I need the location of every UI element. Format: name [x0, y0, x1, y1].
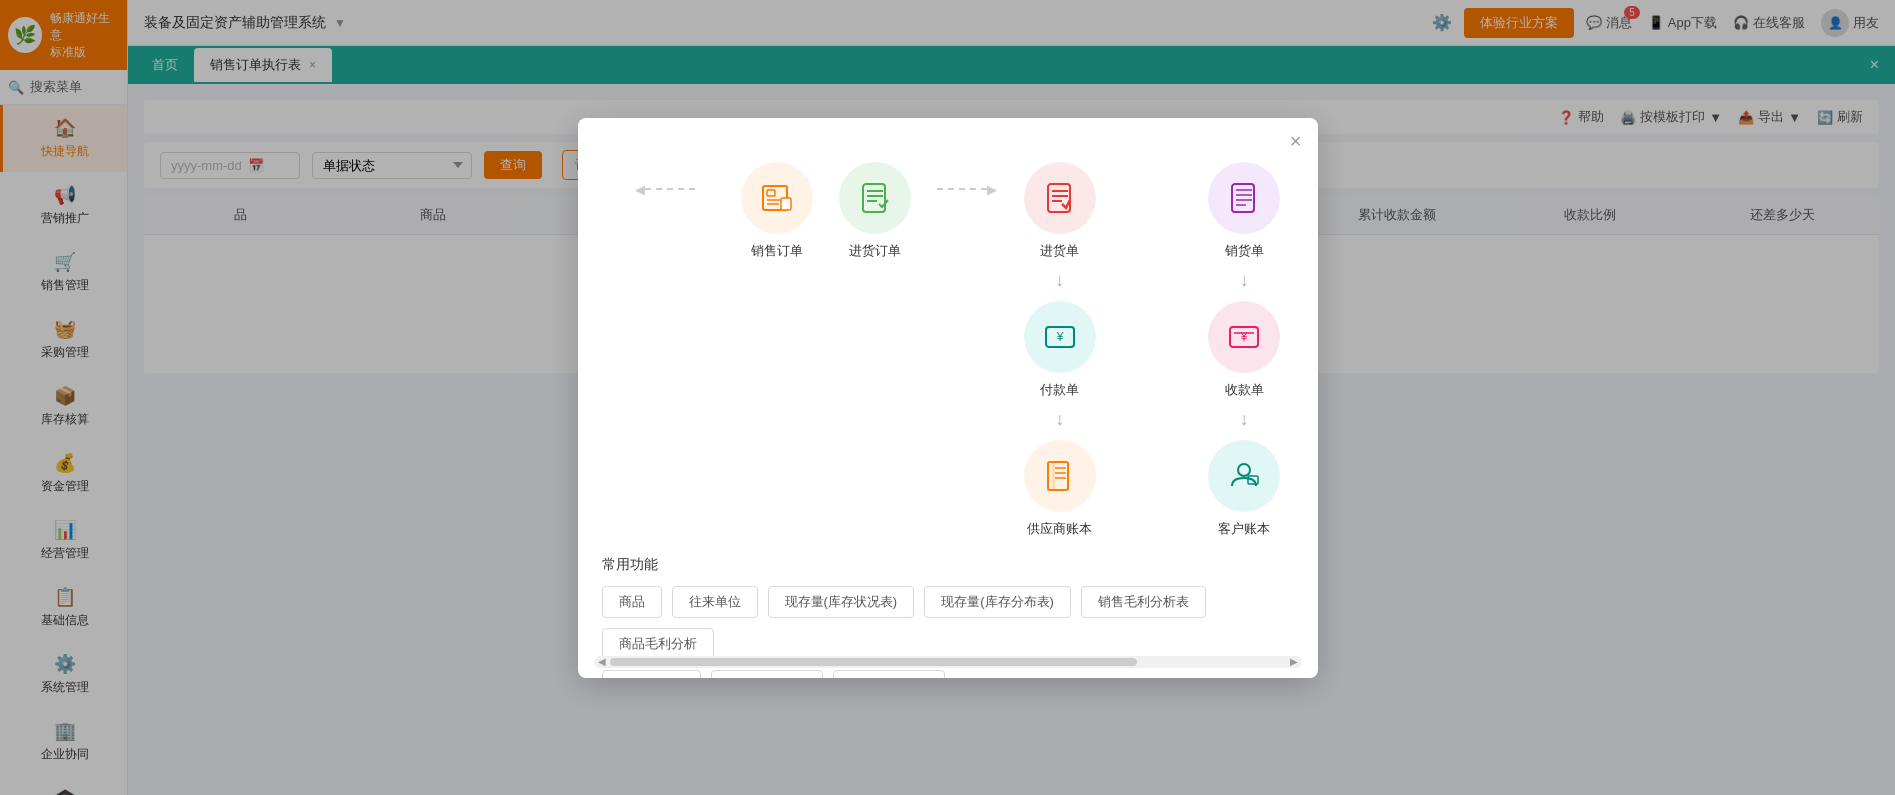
- flow-node-purchase-slip[interactable]: 进货单: [1024, 162, 1096, 260]
- svg-rect-11: [1052, 462, 1055, 490]
- common-btn-sales-rank[interactable]: 销售排行榜: [602, 670, 701, 678]
- flow-arrow-2: ◀: [635, 162, 695, 197]
- receipt-icon: ¥: [1226, 319, 1262, 355]
- common-btn-stock-status[interactable]: 现存量(库存状况表): [768, 586, 915, 618]
- v-arrow-receipt: ↓: [1240, 409, 1249, 430]
- popup-scrollbar[interactable]: ◀ ▶: [594, 656, 1302, 668]
- flow-node-supplier-ledger[interactable]: 供应商账本: [1024, 440, 1096, 538]
- popup-dialog: × 进货订单: [578, 118, 1318, 678]
- common-functions-title: 常用功能: [602, 556, 1294, 574]
- svg-point-23: [1238, 464, 1250, 476]
- svg-rect-26: [767, 190, 775, 196]
- common-btn-product-margin[interactable]: 商品毛利分析: [602, 628, 714, 660]
- flow-node-sale-slip[interactable]: 销货单: [1208, 162, 1280, 260]
- svg-rect-10: [1048, 462, 1068, 490]
- common-btn-payment-stats[interactable]: 付款情况统计: [833, 670, 945, 678]
- scrollbar-thumb: [610, 658, 1137, 666]
- customer-ledger-circle: [1208, 440, 1280, 512]
- scrollbar-track: [610, 658, 1286, 666]
- flow-col-purchase: 进货单 ↓ ¥ 付款单 ↓: [1024, 162, 1096, 538]
- purchase-slip-icon: [1042, 180, 1078, 216]
- v-arrow-2: ↓: [1055, 270, 1064, 291]
- receipt-circle: ¥: [1208, 301, 1280, 373]
- supplier-ledger-circle: [1024, 440, 1096, 512]
- v-arrow-3: ↓: [1240, 270, 1249, 291]
- flow-node-receipt[interactable]: ¥ 收款单: [1208, 301, 1280, 399]
- flow-arrow-1: ▶: [937, 162, 997, 197]
- flow-node-purchase-order[interactable]: 进货订单: [839, 162, 911, 260]
- common-buttons-row-1: 商品 往来单位 现存量(库存状况表) 现存量(库存分布表) 销售毛利分析表 商品…: [602, 586, 1294, 660]
- purchase-slip-circle: [1024, 162, 1096, 234]
- common-buttons-row-2: 销售排行榜 收款情况统计 付款情况统计: [602, 670, 1294, 678]
- sale-slip-icon: [1226, 180, 1262, 216]
- common-btn-transaction-unit[interactable]: 往来单位: [672, 586, 758, 618]
- supplier-ledger-icon: [1042, 458, 1078, 494]
- sale-slip-circle: [1208, 162, 1280, 234]
- flow-node-payment[interactable]: ¥ 付款单: [1024, 301, 1096, 399]
- flow-col-sale: 销货单 ↓ ¥ 收款单 ↓: [1208, 162, 1280, 538]
- payment-circle: ¥: [1024, 301, 1096, 373]
- popup-close-button[interactable]: ×: [1290, 130, 1302, 153]
- sale-order-circle: [741, 162, 813, 234]
- popup-overlay[interactable]: × 进货订单: [0, 0, 1895, 795]
- customer-ledger-icon: [1226, 458, 1262, 494]
- payment-icon: ¥: [1042, 319, 1078, 355]
- flow-node-customer-ledger[interactable]: 客户账本: [1208, 440, 1280, 538]
- purchase-order-icon: [857, 180, 893, 216]
- common-btn-stock-dist[interactable]: 现存量(库存分布表): [924, 586, 1071, 618]
- svg-text:¥: ¥: [1055, 330, 1063, 344]
- flow-col-purchase-order: 进货订单: [839, 162, 911, 260]
- scroll-left-arrow[interactable]: ◀: [594, 656, 610, 667]
- purchase-order-circle: [839, 162, 911, 234]
- common-btn-sales-margin[interactable]: 销售毛利分析表: [1081, 586, 1206, 618]
- svg-rect-29: [781, 198, 791, 210]
- flow-diagram: 进货订单 ▶: [602, 142, 1294, 548]
- flow-col-sale-order: 销售订单: [741, 162, 813, 260]
- common-btn-product[interactable]: 商品: [602, 586, 662, 618]
- v-arrow-pay: ↓: [1055, 409, 1064, 430]
- common-btn-receipt-stats[interactable]: 收款情况统计: [711, 670, 823, 678]
- svg-rect-15: [1232, 184, 1254, 212]
- sale-order-icon: [759, 180, 795, 216]
- svg-text:¥: ¥: [1240, 330, 1248, 344]
- scroll-right-arrow[interactable]: ▶: [1286, 656, 1302, 667]
- flow-node-sale-order[interactable]: 销售订单: [741, 162, 813, 260]
